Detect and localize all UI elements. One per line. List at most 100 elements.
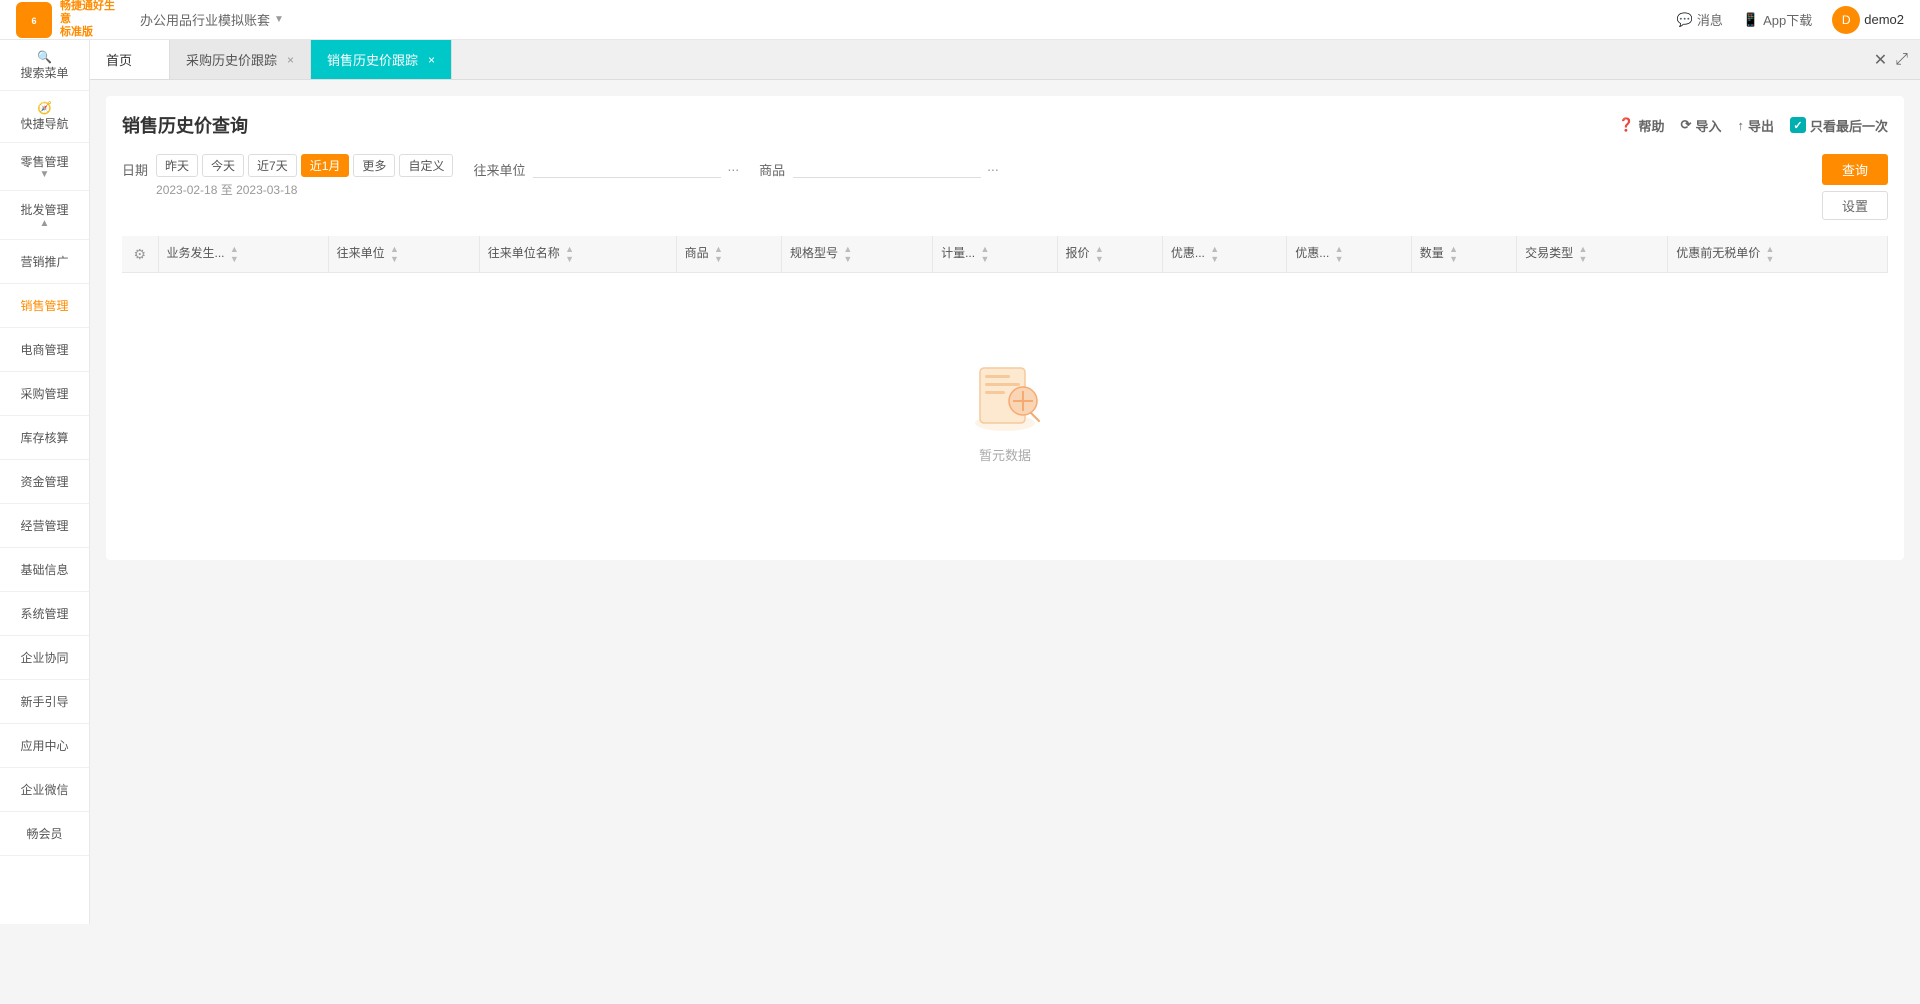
date-btn-group: 昨天 今天 近7天 近1月 更多 自定义 xyxy=(156,154,453,177)
app-selector[interactable]: 办公用品行业模拟账套 ▼ xyxy=(140,10,284,29)
home-tab-label: 首页 xyxy=(106,50,132,69)
page-title: 销售历史价查询 xyxy=(122,112,248,138)
settings-button[interactable]: 设置 xyxy=(1822,191,1888,220)
sidebar-item-system[interactable]: 系统管理 xyxy=(0,592,89,636)
date-btn-more[interactable]: 更多 xyxy=(353,154,395,177)
product-input[interactable] xyxy=(793,154,981,178)
query-button[interactable]: 查询 xyxy=(1822,154,1888,185)
sidebar-item-guide[interactable]: 新手引导 xyxy=(0,680,89,724)
col-spec[interactable]: 规格型号 ▲▼ xyxy=(781,236,932,273)
product-picker-btn[interactable]: ... xyxy=(987,158,999,174)
sidebar-item-ecommerce[interactable]: 电商管理 xyxy=(0,328,89,372)
col-quote[interactable]: 报价 ▲▼ xyxy=(1057,236,1162,273)
sidebar-item-operations[interactable]: 经营管理 xyxy=(0,504,89,548)
sort-icon-business-date: ▲▼ xyxy=(230,244,239,264)
help-icon: ❓ xyxy=(1618,117,1634,133)
tab-sales-history[interactable]: 销售历史价跟踪 × xyxy=(311,40,452,79)
empty-state-icon xyxy=(955,353,1055,433)
user-avatar[interactable]: D demo2 xyxy=(1832,6,1904,34)
tab-actions: ✕ ⤢ xyxy=(1862,40,1920,79)
header-row: ⚙ 业务发生... ▲▼ 往来单位 ▲▼ 往来单位名称 ▲▼ xyxy=(122,236,1888,273)
date-btn-1month[interactable]: 近1月 xyxy=(301,154,350,177)
col-trade-type[interactable]: 交易类型 ▲▼ xyxy=(1517,236,1668,273)
filter-actions: 查询 设置 xyxy=(1822,154,1888,220)
date-label: 日期 xyxy=(122,160,148,179)
tab-purchase-history[interactable]: 采购历史价跟踪 × xyxy=(170,40,311,79)
maximize-icon[interactable]: ⤢ xyxy=(1895,51,1908,69)
message-icon: 💬 xyxy=(1677,12,1693,28)
topbar-right: 💬 消息 📱 App下载 D demo2 xyxy=(1677,6,1904,34)
sidebar-item-search-menu[interactable]: 🔍 搜索菜单 xyxy=(0,40,89,91)
product-label: 商品 xyxy=(759,160,785,179)
date-btn-today[interactable]: 今天 xyxy=(202,154,244,177)
col-pretax-price[interactable]: 优惠前无税单价 ▲▼ xyxy=(1668,236,1888,273)
sidebar-item-inventory[interactable]: 库存核算 xyxy=(0,416,89,460)
only-latest-wrap[interactable]: ✓ 只看最后一次 xyxy=(1790,116,1888,135)
tabbar: 首页 采购历史价跟踪 × 销售历史价跟踪 × ✕ ⤢ xyxy=(90,40,1920,80)
purchase-history-close-icon[interactable]: × xyxy=(287,53,294,67)
purchase-history-tab-label: 采购历史价跟踪 xyxy=(186,50,277,69)
message-btn[interactable]: 💬 消息 xyxy=(1677,10,1723,29)
only-latest-checkbox[interactable]: ✓ xyxy=(1790,117,1806,133)
sort-icon-spec: ▲▼ xyxy=(843,244,852,264)
topbar-left: 6 畅捷通好生意 标准版 办公用品行业模拟账套 ▼ xyxy=(16,0,284,39)
source-picker-btn[interactable]: ... xyxy=(727,158,739,174)
sidebar-item-quick-nav[interactable]: 🧭 快捷导航 xyxy=(0,91,89,142)
tab-home[interactable]: 首页 xyxy=(90,40,170,79)
source-label: 往来单位 xyxy=(473,160,525,179)
col-source-name[interactable]: 往来单位名称 ▲▼ xyxy=(479,236,676,273)
sidebar-item-app-center[interactable]: 应用中心 xyxy=(0,724,89,768)
date-options: 昨天 今天 近7天 近1月 更多 自定义 2023-02-18 至 2023-0… xyxy=(156,154,453,198)
sales-history-close-icon[interactable]: × xyxy=(428,53,435,67)
import-icon: ⟳ xyxy=(1681,117,1692,133)
app-download-btn[interactable]: 📱 App下载 xyxy=(1743,10,1812,29)
col-discount2[interactable]: 优惠... ▲▼ xyxy=(1287,236,1411,273)
sort-icon-pretax-price: ▲▼ xyxy=(1766,244,1775,264)
sort-icon-source-unit: ▲▼ xyxy=(390,244,399,264)
sidebar-item-purchase[interactable]: 采购管理 xyxy=(0,372,89,416)
sidebar-item-wechat[interactable]: 企业微信 xyxy=(0,768,89,812)
sidebar-item-basic-info[interactable]: 基础信息 xyxy=(0,548,89,592)
source-input[interactable] xyxy=(533,154,721,178)
column-settings-icon[interactable]: ⚙ xyxy=(133,246,146,262)
content-panel: 销售历史价查询 ❓ 帮助 ⟳ 导入 ↑ 导出 ✓ 只看最后一次 xyxy=(106,96,1904,560)
export-action[interactable]: ↑ 导出 xyxy=(1737,116,1774,135)
sidebar-item-retail[interactable]: 零售管理 ▼ xyxy=(0,143,89,191)
sort-icon-source-name: ▲▼ xyxy=(565,244,574,264)
sidebar-item-member[interactable]: 畅会员 xyxy=(0,812,89,856)
svg-text:6: 6 xyxy=(31,16,36,26)
close-tab-icon[interactable]: ✕ xyxy=(1874,50,1887,70)
sidebar-item-sales[interactable]: 销售管理 xyxy=(0,284,89,328)
source-input-group: ... xyxy=(533,154,739,178)
sidebar-item-finance[interactable]: 资金管理 xyxy=(0,460,89,504)
main-content: 销售历史价查询 ❓ 帮助 ⟳ 导入 ↑ 导出 ✓ 只看最后一次 xyxy=(90,80,1920,924)
results-table: ⚙ 业务发生... ▲▼ 往来单位 ▲▼ 往来单位名称 ▲▼ xyxy=(122,236,1888,273)
sort-icon-discount1: ▲▼ xyxy=(1210,244,1219,264)
import-action[interactable]: ⟳ 导入 xyxy=(1681,116,1722,135)
col-quantity[interactable]: 数量 ▲▼ xyxy=(1411,236,1516,273)
date-btn-yesterday[interactable]: 昨天 xyxy=(156,154,198,177)
logo-icon: 6 xyxy=(16,2,52,38)
search-icon: 🔍 xyxy=(37,50,52,64)
help-action[interactable]: ❓ 帮助 xyxy=(1618,116,1664,135)
sidebar-item-enterprise[interactable]: 企业协同 xyxy=(0,636,89,680)
compass-icon: 🧭 xyxy=(37,101,52,115)
product-input-group: ... xyxy=(793,154,999,178)
date-btn-custom[interactable]: 自定义 xyxy=(399,154,453,177)
sidebar-item-marketing[interactable]: 营销推广 xyxy=(0,240,89,284)
col-business-date[interactable]: 业务发生... ▲▼ xyxy=(158,236,328,273)
col-source-unit[interactable]: 往来单位 ▲▼ xyxy=(328,236,479,273)
col-product[interactable]: 商品 ▲▼ xyxy=(676,236,781,273)
sidebar-item-wholesale[interactable]: 批发管理 ▲ xyxy=(0,191,89,239)
source-filter-group: 往来单位 ... xyxy=(473,154,739,179)
app-selector-arrow-icon: ▼ xyxy=(274,14,284,25)
empty-state: 暂元数据 xyxy=(122,273,1888,544)
col-settings[interactable]: ⚙ xyxy=(122,236,158,273)
date-btn-7days[interactable]: 近7天 xyxy=(248,154,297,177)
table-header: ⚙ 业务发生... ▲▼ 往来单位 ▲▼ 往来单位名称 ▲▼ xyxy=(122,236,1888,273)
mobile-icon: 📱 xyxy=(1743,12,1759,28)
col-discount1[interactable]: 优惠... ▲▼ xyxy=(1162,236,1286,273)
sales-history-tab-label: 销售历史价跟踪 xyxy=(327,50,418,69)
col-unit[interactable]: 计量... ▲▼ xyxy=(933,236,1057,273)
date-range-display: 2023-02-18 至 2023-03-18 xyxy=(156,181,453,198)
